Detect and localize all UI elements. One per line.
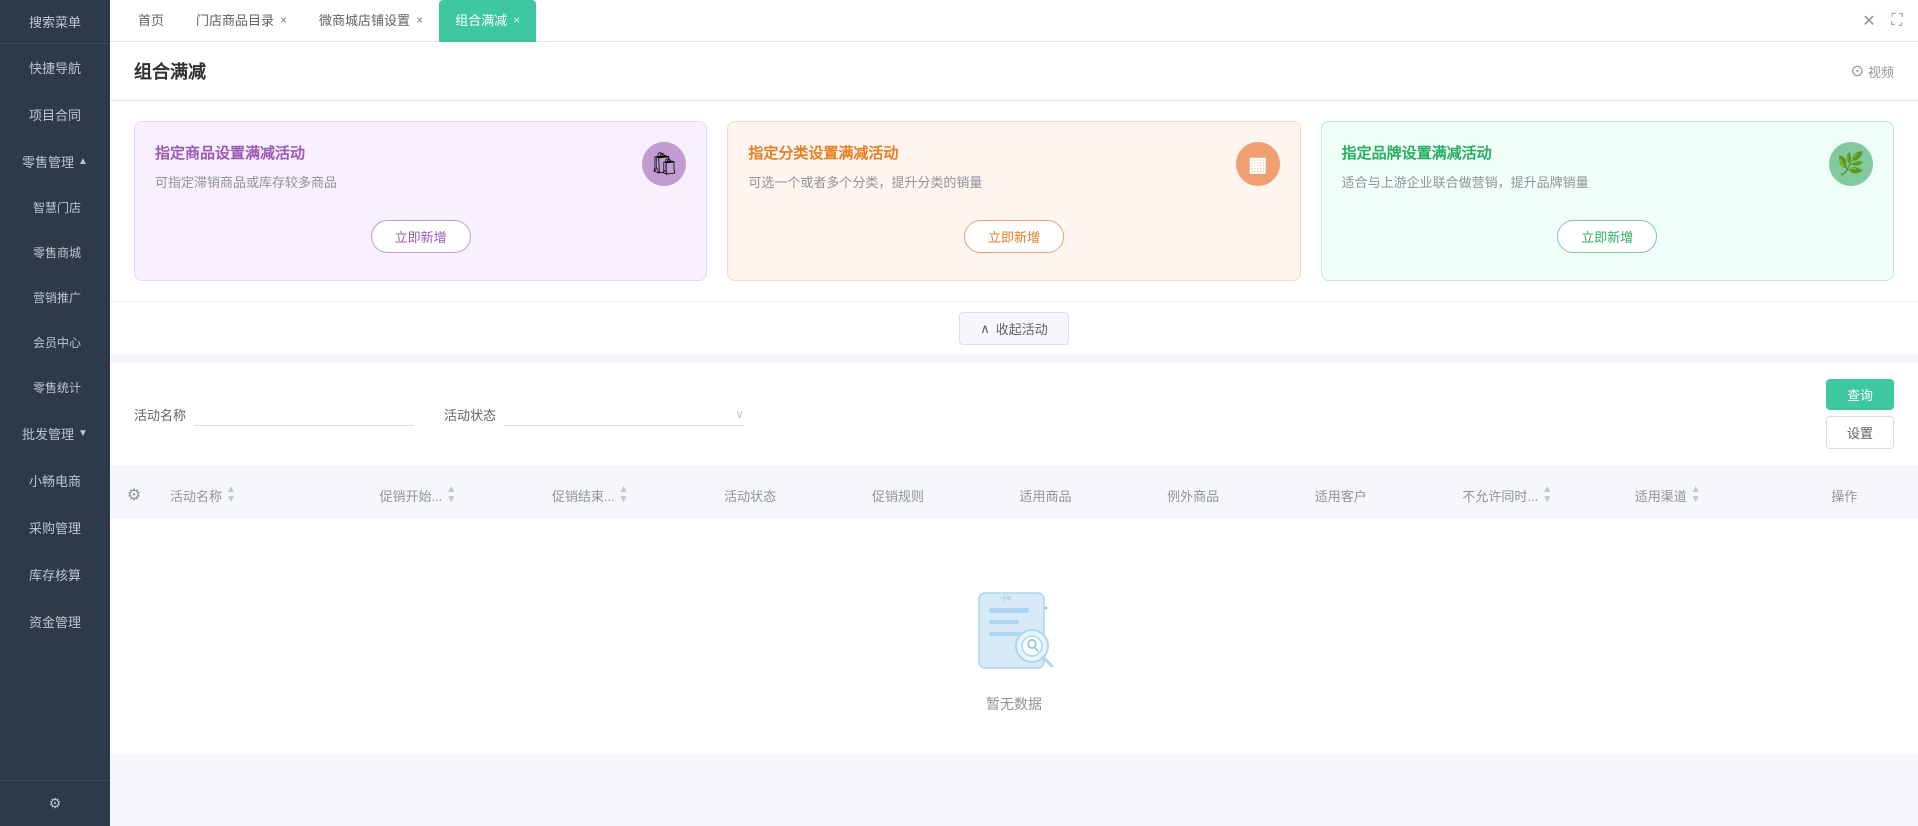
tab-wechat-store-settings[interactable]: 微商城店铺设置 ×	[303, 0, 439, 42]
sidebar-item-capital-mgmt[interactable]: 资金管理	[0, 598, 110, 645]
card-brand-desc: 适合与上游企业联合做营销，提升品牌销量	[1342, 173, 1873, 194]
th-goods: 适用商品	[1007, 486, 1155, 505]
sidebar-item-retail-mall[interactable]: 零售商城	[0, 230, 110, 275]
sidebar-item-member-center[interactable]: 会员中心	[0, 320, 110, 365]
shopping-bag-icon: 🛍	[650, 151, 678, 177]
card-category-icon: ▦	[1236, 142, 1280, 186]
sort-channel-icon[interactable]: ▲ ▼	[1691, 485, 1701, 505]
card-goods-title: 指定商品设置满减活动	[155, 142, 686, 163]
query-button[interactable]: 查询	[1826, 379, 1894, 410]
filter-name-label: 活动名称	[134, 405, 186, 424]
sidebar-item-quick-nav[interactable]: 快捷导航	[0, 44, 110, 91]
card-brand-title: 指定品牌设置满减活动	[1342, 142, 1873, 163]
th-except: 例外商品	[1155, 486, 1303, 505]
filter-name-input[interactable]	[194, 402, 414, 426]
sidebar-item-xiaochang-ecom[interactable]: 小畅电商	[0, 457, 110, 504]
card-category-add-button[interactable]: 立即新增	[964, 220, 1064, 253]
sidebar-settings-button[interactable]: ⚙	[0, 780, 110, 826]
filter-buttons: 查询 设置	[1826, 379, 1894, 449]
sidebar-item-wholesale-mgmt[interactable]: 批发管理 ▼	[0, 410, 110, 457]
card-category-desc: 可选一个或者多个分类，提升分类的销量	[748, 173, 1279, 194]
settings-icon: ⚙	[127, 485, 141, 505]
tab-home[interactable]: 首页	[122, 0, 180, 42]
th-rule: 促销规则	[860, 486, 1008, 505]
sidebar-item-retail-mgmt[interactable]: 零售管理 ▲	[0, 138, 110, 185]
expand-icon[interactable]: ⛶	[1888, 12, 1906, 30]
card-category: ▦ 指定分类设置满减活动 可选一个或者多个分类，提升分类的销量 立即新增	[727, 121, 1300, 281]
card-brand: 🌿 指定品牌设置满减活动 适合与上游企业联合做营销，提升品牌销量 立即新增	[1321, 121, 1894, 281]
tab-bar: 首页 门店商品目录 × 微商城店铺设置 × 组合满减 × ✕ ⛶	[110, 0, 1918, 42]
filter-section: 活动名称 活动状态 ∨ 查询 设置	[110, 363, 1918, 465]
collapse-activities-button[interactable]: ∧ 收起活动	[959, 312, 1069, 345]
activity-cards-section: 🛍 指定商品设置满减活动 可指定滞销商品或库存较多商品 立即新增 ▦ 指定分类设…	[110, 101, 1918, 301]
card-goods-icon: 🛍	[642, 142, 686, 186]
cards-row: 🛍 指定商品设置满减活动 可指定滞销商品或库存较多商品 立即新增 ▦ 指定分类设…	[134, 121, 1894, 281]
empty-state-illustration	[954, 578, 1074, 678]
empty-text: 暂无数据	[986, 694, 1042, 714]
card-goods-add-button[interactable]: 立即新增	[371, 220, 471, 253]
tab-close-wechat-store-settings[interactable]: ×	[416, 13, 423, 27]
sidebar-item-marketing[interactable]: 营销推广	[0, 275, 110, 320]
page-header: 组合满减 ⊙ 视频	[110, 42, 1918, 101]
table-section: ⚙ 活动名称 ▲ ▼ 促销开始... ▲ ▼ 促	[110, 473, 1918, 754]
th-notallow: 不允许同时... ▲ ▼	[1450, 485, 1622, 505]
tab-close-store-catalog[interactable]: ×	[280, 13, 287, 27]
grid-icon: ▦	[1248, 152, 1267, 177]
content-area: 组合满减 ⊙ 视频 🛍 指定商品设置满减活动 可指定滞销商品或库存较多商品 立即…	[110, 42, 1918, 826]
th-action: 操作	[1770, 486, 1918, 505]
tab-bar-actions: ✕ ⛶	[1860, 12, 1906, 30]
close-window-icon[interactable]: ✕	[1860, 12, 1878, 30]
sort-notallow-icon[interactable]: ▲ ▼	[1542, 485, 1552, 505]
card-brand-icon: 🌿	[1829, 142, 1873, 186]
chevron-down-icon: ▲	[78, 156, 88, 167]
setting-button[interactable]: 设置	[1826, 416, 1894, 449]
card-goods: 🛍 指定商品设置满减活动 可指定滞销商品或库存较多商品 立即新增	[134, 121, 707, 281]
main-area: 首页 门店商品目录 × 微商城店铺设置 × 组合满减 × ✕ ⛶ 组合满减 ⊙ …	[110, 0, 1918, 826]
chevron-right-icon: ▼	[78, 428, 88, 439]
card-category-title: 指定分类设置满减活动	[748, 142, 1279, 163]
gear-icon: ⚙	[49, 795, 62, 811]
tab-store-catalog[interactable]: 门店商品目录 ×	[180, 0, 303, 42]
filter-status-label: 活动状态	[444, 405, 496, 424]
th-customer: 适用客户	[1303, 486, 1451, 505]
empty-state: 暂无数据	[110, 518, 1918, 754]
sidebar-item-retail-stats[interactable]: 零售统计	[0, 365, 110, 410]
sidebar-search[interactable]: 搜索菜单	[0, 0, 110, 44]
leaf-icon: 🌿	[1837, 151, 1864, 177]
th-end: 促销结束... ▲ ▼	[540, 485, 712, 505]
play-circle-icon: ⊙	[1851, 61, 1864, 81]
table-header: ⚙ 活动名称 ▲ ▼ 促销开始... ▲ ▼ 促	[110, 473, 1918, 518]
sidebar-item-inventory-calc[interactable]: 库存核算	[0, 551, 110, 598]
chevron-up-icon: ∧	[980, 321, 990, 337]
sidebar-item-project-contract[interactable]: 项目合同	[0, 91, 110, 138]
filter-status-item: 活动状态 ∨	[444, 403, 744, 426]
card-goods-desc: 可指定滞销商品或库存较多商品	[155, 173, 686, 194]
video-link[interactable]: ⊙ 视频	[1851, 61, 1894, 81]
th-gear[interactable]: ⚙	[110, 485, 158, 505]
filter-name-item: 活动名称	[134, 402, 414, 426]
sidebar-item-purchase-mgmt[interactable]: 采购管理	[0, 504, 110, 551]
th-status: 活动状态	[712, 486, 860, 505]
filter-status-select[interactable]: ∨	[504, 403, 744, 426]
sidebar-item-smart-store[interactable]: 智慧门店	[0, 185, 110, 230]
sidebar: 搜索菜单 快捷导航 项目合同 零售管理 ▲ 智慧门店 零售商城 营销推广 会员中…	[0, 0, 110, 826]
chevron-down-icon: ∨	[735, 407, 744, 421]
card-brand-add-button[interactable]: 立即新增	[1557, 220, 1657, 253]
tab-combo-discount[interactable]: 组合满减 ×	[439, 0, 536, 42]
collapse-bar: ∧ 收起活动	[110, 301, 1918, 355]
tab-close-combo-discount[interactable]: ×	[513, 13, 520, 27]
sort-name-icon[interactable]: ▲ ▼	[226, 485, 236, 505]
sort-start-icon[interactable]: ▲ ▼	[446, 485, 456, 505]
th-channel: 适用渠道 ▲ ▼	[1623, 485, 1771, 505]
page-title: 组合满减	[134, 58, 206, 84]
th-name: 活动名称 ▲ ▼	[158, 485, 367, 505]
th-start: 促销开始... ▲ ▼	[367, 485, 539, 505]
sort-end-icon[interactable]: ▲ ▼	[619, 485, 629, 505]
